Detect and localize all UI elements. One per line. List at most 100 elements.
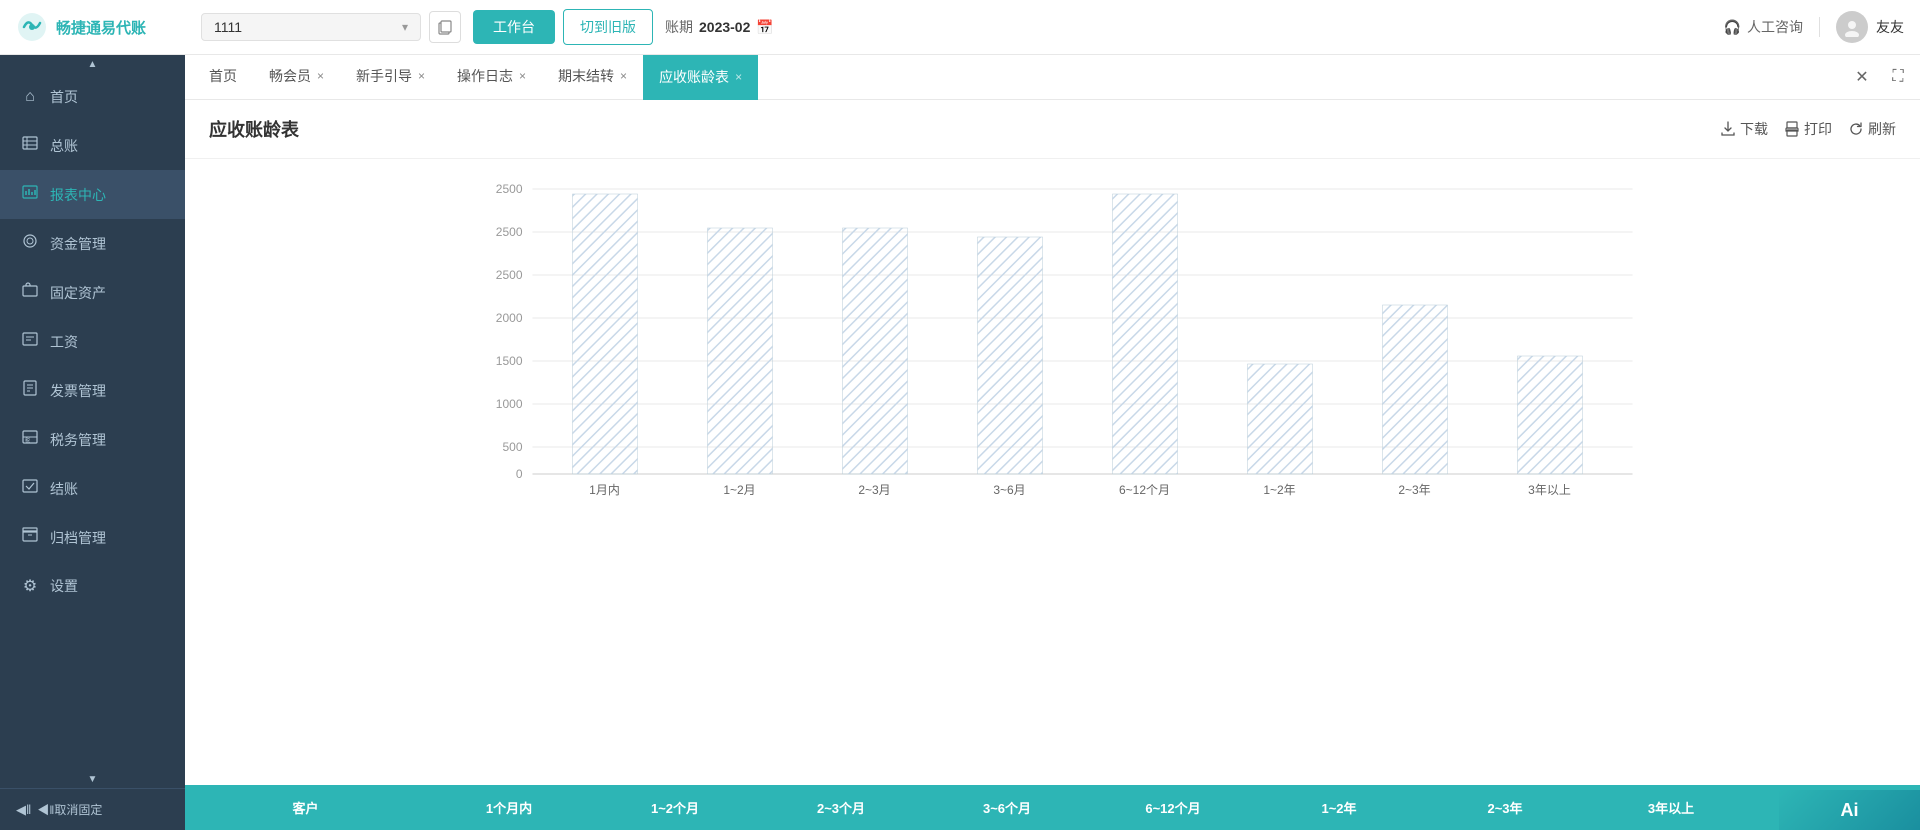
calendar-icon[interactable]: 📅 (756, 19, 773, 36)
tab-close-oplog[interactable]: × (519, 70, 526, 82)
assets-icon (20, 282, 40, 303)
close-all-tabs-button[interactable]: ✕ (1848, 63, 1876, 91)
print-icon (1784, 121, 1800, 137)
sidebar-item-label: 归档管理 (50, 528, 106, 548)
company-selector[interactable]: 1111 ▾ (201, 13, 421, 41)
sidebar-pin-toggle[interactable]: ◀‖ ◀‖取消固定 (0, 788, 185, 830)
funds-icon (20, 233, 40, 254)
svg-text:3年以上: 3年以上 (1528, 483, 1571, 497)
sidebar-item-payroll[interactable]: 工资 (0, 317, 185, 366)
table-header-bar: 客户 1个月内 1~2个月 2~3个月 3~6个月 6~12个月 1~2年 2~… (185, 785, 1920, 830)
sidebar-item-reports[interactable]: 报表中心 (0, 170, 185, 219)
page-actions: 下载 打印 刷新 (1720, 119, 1896, 139)
copy-button[interactable] (429, 11, 461, 43)
refresh-button[interactable]: 刷新 (1848, 119, 1896, 139)
download-icon (1720, 121, 1736, 137)
user-area[interactable]: 友友 (1836, 11, 1904, 43)
main-layout: ▲ ⌂ 首页 总账 报表中心 资金管理 (0, 55, 1920, 830)
print-button[interactable]: 打印 (1784, 119, 1832, 139)
tab-home[interactable]: 首页 (193, 55, 253, 100)
archive-icon (20, 527, 40, 548)
tab-period-end[interactable]: 期末结转 × (542, 55, 643, 100)
headset-icon: 🎧 (1724, 19, 1741, 36)
consult-label: 人工咨询 (1747, 17, 1803, 37)
col-1month: 1个月内 (426, 798, 592, 817)
svg-text:1500: 1500 (496, 354, 523, 368)
sidebar-scroll-up[interactable]: ▲ (0, 55, 185, 73)
svg-text:2000: 2000 (496, 311, 523, 325)
avatar (1836, 11, 1868, 43)
expand-tabs-button[interactable]: ⛶ (1884, 63, 1912, 91)
header-right: 🎧 人工咨询 友友 (1724, 11, 1904, 43)
logo-icon (16, 11, 48, 43)
download-label: 下载 (1740, 119, 1768, 139)
checkout-icon (20, 478, 40, 499)
pin-icon: ◀‖ (16, 802, 31, 818)
svg-text:3~6月: 3~6月 (993, 483, 1025, 497)
sidebar-item-archive[interactable]: 归档管理 (0, 513, 185, 562)
home-icon: ⌂ (20, 88, 40, 106)
top-header: 畅捷通易代账 1111 ▾ 工作台 切到旧版 账期 2023-02 📅 🎧 人工… (0, 0, 1920, 55)
svg-text:2500: 2500 (496, 182, 523, 196)
svg-text:6~12个月: 6~12个月 (1119, 483, 1170, 497)
svg-text:500: 500 (502, 440, 522, 454)
col-1-2year: 1~2年 (1256, 798, 1422, 817)
chart-container: 2500 2500 2500 2000 1500 1000 500 0 (209, 179, 1896, 519)
page-content: 应收账龄表 下载 打印 刷新 (185, 100, 1920, 830)
tab-close-period-end[interactable]: × (620, 70, 627, 82)
sidebar-item-label: 报表中心 (50, 185, 106, 205)
tab-close-guide[interactable]: × (418, 70, 425, 82)
tab-aging[interactable]: 应收账龄表 × (643, 55, 758, 100)
sidebar-item-funds[interactable]: 资金管理 (0, 219, 185, 268)
pin-label: ◀‖取消固定 (37, 801, 102, 818)
svg-text:0: 0 (516, 467, 523, 481)
svg-text:2~3年: 2~3年 (1398, 483, 1430, 497)
ai-assistant-badge[interactable]: Ai (1779, 790, 1920, 830)
period-label: 账期 (665, 17, 693, 37)
consult-area[interactable]: 🎧 人工咨询 (1724, 17, 1803, 37)
user-name: 友友 (1876, 17, 1904, 37)
svg-text:2500: 2500 (496, 268, 523, 282)
sidebar-item-label: 工资 (50, 332, 78, 352)
refresh-icon (1848, 121, 1864, 137)
tax-icon: 税 (20, 429, 40, 450)
gear-icon: ⚙ (20, 576, 40, 596)
divider (1819, 17, 1820, 37)
download-button[interactable]: 下载 (1720, 119, 1768, 139)
svg-text:2500: 2500 (496, 225, 523, 239)
col-customer: 客户 (185, 798, 426, 817)
logo-area: 畅捷通易代账 (16, 11, 201, 43)
chevron-down-icon: ▾ (402, 20, 408, 34)
sidebar-item-label: 发票管理 (50, 381, 106, 401)
workbench-button[interactable]: 工作台 (473, 10, 555, 44)
svg-text:1~2年: 1~2年 (1263, 483, 1295, 497)
sidebar-scroll-down[interactable]: ▼ (0, 770, 185, 788)
sidebar-item-tax[interactable]: 税 税务管理 (0, 415, 185, 464)
tab-guide[interactable]: 新手引导 × (340, 55, 441, 100)
sidebar-item-label: 固定资产 (50, 283, 106, 303)
tab-label: 期末结转 (558, 66, 614, 86)
print-label: 打印 (1804, 119, 1832, 139)
chart-area: 2500 2500 2500 2000 1500 1000 500 0 (185, 159, 1920, 535)
page-header: 应收账龄表 下载 打印 刷新 (185, 100, 1920, 159)
tab-label: 新手引导 (356, 66, 412, 86)
tab-oplog[interactable]: 操作日志 × (441, 55, 542, 100)
page-title: 应收账龄表 (209, 116, 299, 142)
logo-text: 畅捷通易代账 (56, 17, 146, 38)
tab-close-member[interactable]: × (317, 70, 324, 82)
sidebar-item-home[interactable]: ⌂ 首页 (0, 73, 185, 121)
sidebar-item-invoice[interactable]: 发票管理 (0, 366, 185, 415)
sidebar-item-assets[interactable]: 固定资产 (0, 268, 185, 317)
sidebar-item-ledger[interactable]: 总账 (0, 121, 185, 170)
switch-version-button[interactable]: 切到旧版 (563, 9, 653, 45)
col-6-12month: 6~12个月 (1090, 798, 1256, 817)
svg-text:1000: 1000 (496, 397, 523, 411)
col-2-3year: 2~3年 (1422, 798, 1588, 817)
sidebar-item-label: 资金管理 (50, 234, 106, 254)
period-value: 2023-02 (699, 19, 750, 35)
tab-member[interactable]: 畅会员 × (253, 55, 340, 100)
sidebar-item-checkout[interactable]: 结账 (0, 464, 185, 513)
sidebar-item-settings[interactable]: ⚙ 设置 (0, 562, 185, 610)
bar-chart: 2500 2500 2500 2000 1500 1000 500 0 (209, 179, 1896, 519)
tab-close-aging[interactable]: × (735, 71, 742, 83)
